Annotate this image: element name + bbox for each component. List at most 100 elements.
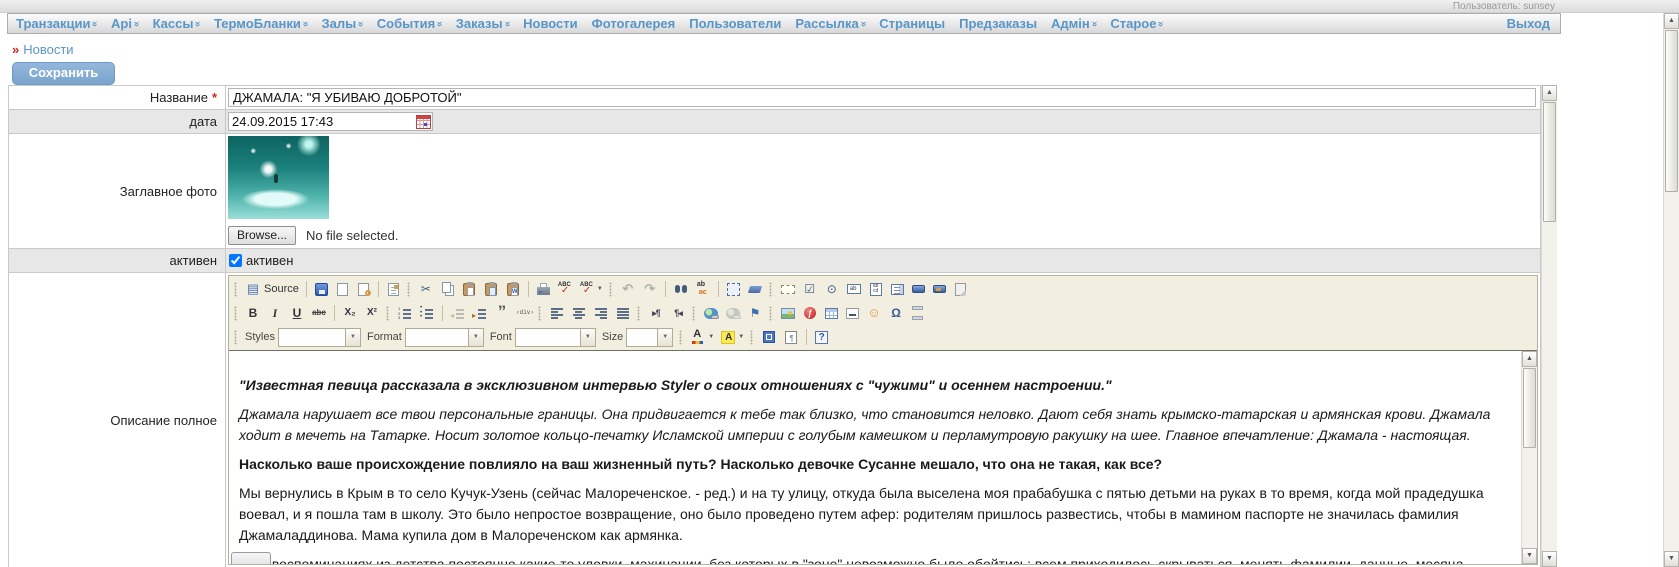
breadcrumb-link-news[interactable]: Новости <box>23 42 73 57</box>
page-break-button[interactable] <box>908 302 928 324</box>
subscript-button[interactable]: X₂ <box>340 302 360 324</box>
scayt-dropdown-arrow-icon[interactable]: ▼ <box>597 286 603 292</box>
editor-scroll-down-icon[interactable]: ▼ <box>1522 548 1537 564</box>
hidden-field-button[interactable] <box>951 278 970 300</box>
menu-item-пользователи[interactable]: Пользователи <box>689 16 781 31</box>
text-direction-ltr-button[interactable]: ▸¶ <box>646 302 666 324</box>
menu-item-api[interactable]: Api» <box>111 16 142 31</box>
show-blocks-button[interactable] <box>781 326 801 348</box>
styles-combo-value[interactable] <box>277 327 345 347</box>
format-combo-arrow-icon[interactable]: ▼ <box>467 327 484 347</box>
menu-item-залы[interactable]: Залы» <box>321 16 366 31</box>
menu-item-заказы[interactable]: Заказы» <box>456 16 513 31</box>
templates-button[interactable] <box>384 278 403 300</box>
cut-button[interactable]: ✂ <box>416 278 436 300</box>
superscript-button[interactable]: X² <box>362 302 382 324</box>
editor-scroll-up-icon[interactable]: ▲ <box>1522 351 1537 367</box>
form-button[interactable] <box>778 278 798 300</box>
image-button[interactable] <box>778 302 798 324</box>
menu-item-события[interactable]: События» <box>377 16 445 31</box>
spell-check-button[interactable] <box>555 278 575 300</box>
smiley-button[interactable]: ☺ <box>864 302 884 324</box>
form-scroll-thumb[interactable] <box>1543 102 1556 222</box>
print-button[interactable] <box>534 278 553 300</box>
browse-button[interactable]: Browse... <box>228 225 296 245</box>
paste-from-word-button[interactable] <box>503 278 523 300</box>
text-direction-rtl-button[interactable]: ¶◂ <box>668 302 688 324</box>
window-scroll-down-icon[interactable]: ▼ <box>1664 551 1679 567</box>
background-color-button[interactable]: ▼ <box>718 326 746 348</box>
menu-item-термобланки[interactable]: ТермоБланки» <box>214 16 311 31</box>
checkbox-button[interactable]: ☑ <box>800 278 820 300</box>
horizontal-rule-button[interactable] <box>843 302 862 324</box>
text-color-dropdown-arrow-icon[interactable]: ▼ <box>708 334 714 340</box>
menu-item-новости[interactable]: Новости <box>523 16 578 31</box>
textarea-button[interactable] <box>866 278 886 300</box>
bold-button[interactable]: B <box>243 302 263 324</box>
link-button[interactable] <box>701 302 721 324</box>
new-page-button[interactable] <box>333 278 352 300</box>
about-button[interactable]: ? <box>812 326 831 348</box>
save-button[interactable]: Сохранить <box>12 62 115 85</box>
calendar-icon[interactable] <box>416 114 431 129</box>
underline-button[interactable]: U <box>287 302 307 324</box>
window-scroll-thumb[interactable] <box>1665 30 1678 192</box>
select-all-button[interactable] <box>724 278 743 300</box>
text-field-button[interactable] <box>844 278 864 300</box>
editor-scrollbar[interactable]: ▲ ▼ <box>1521 351 1537 564</box>
window-scroll-up-icon[interactable]: ▲ <box>1664 13 1679 29</box>
scayt-button[interactable]: ▼ <box>577 278 605 300</box>
radio-button-button[interactable]: ⊙ <box>822 278 842 300</box>
flash-button[interactable] <box>800 302 820 324</box>
align-right-button[interactable] <box>591 302 611 324</box>
editor-content[interactable]: ▲ ▼ "Известная певица рассказала в экскл… <box>229 350 1537 564</box>
anchor-button[interactable]: ⚑ <box>745 302 765 324</box>
size-combo-value[interactable] <box>626 327 658 347</box>
image-button-button[interactable] <box>930 278 949 300</box>
remove-format-button[interactable] <box>745 278 765 300</box>
div-container-button[interactable] <box>514 302 534 324</box>
find-button[interactable] <box>671 278 691 300</box>
menu-item-фотогалерея[interactable]: Фотогалерея <box>592 16 676 31</box>
form-scroll-up-icon[interactable]: ▲ <box>1542 85 1557 101</box>
editor-scroll-thumb[interactable] <box>1523 368 1536 448</box>
styles-combo-arrow-icon[interactable]: ▼ <box>344 327 361 347</box>
numbered-list-button[interactable] <box>395 302 415 324</box>
save-button[interactable] <box>312 278 331 300</box>
form-scroll-down-icon[interactable]: ▼ <box>1542 551 1557 567</box>
button-button[interactable] <box>909 278 928 300</box>
menu-item-старое[interactable]: Старое» <box>1110 16 1166 31</box>
table-button[interactable] <box>822 302 841 324</box>
size-combo-arrow-icon[interactable]: ▼ <box>657 327 674 347</box>
font-combo-value[interactable] <box>514 327 580 347</box>
logout-link[interactable]: Выход <box>1507 16 1550 31</box>
font-combo-arrow-icon[interactable]: ▼ <box>579 327 596 347</box>
text-color-button[interactable]: ▼ <box>688 326 716 348</box>
special-character-button[interactable]: Ω <box>886 302 906 324</box>
maximize-button[interactable] <box>759 326 779 348</box>
copy-button[interactable] <box>438 278 457 300</box>
form-scrollbar[interactable]: ▲ ▼ <box>1541 85 1557 567</box>
align-justify-button[interactable] <box>613 302 633 324</box>
menu-item-адмін[interactable]: Адмін» <box>1051 16 1100 31</box>
background-color-dropdown-arrow-icon[interactable]: ▼ <box>738 334 744 340</box>
italic-button[interactable]: I <box>265 302 285 324</box>
title-input[interactable] <box>228 88 1536 107</box>
window-scrollbar[interactable]: ▲ ▼ <box>1663 13 1679 567</box>
increase-indent-button[interactable] <box>470 302 490 324</box>
menu-item-транзакции[interactable]: Транзакции» <box>16 16 100 31</box>
format-combo-value[interactable] <box>404 327 468 347</box>
replace-button[interactable] <box>693 278 713 300</box>
menu-item-рассылка[interactable]: Рассылка» <box>795 16 868 31</box>
select-field-button[interactable] <box>888 278 907 300</box>
menu-item-предзаказы[interactable]: Предзаказы <box>959 16 1037 31</box>
blockquote-button[interactable]: ” <box>492 302 512 324</box>
paste-as-text-button[interactable] <box>481 278 501 300</box>
bulleted-list-button[interactable] <box>417 302 437 324</box>
menu-item-страницы[interactable]: Страницы <box>879 16 945 31</box>
source-button[interactable]: ▤ Source <box>243 278 301 300</box>
align-left-button[interactable] <box>547 302 567 324</box>
clipped-button[interactable] <box>231 552 271 564</box>
preview-button[interactable] <box>354 278 373 300</box>
date-input[interactable] <box>229 114 416 129</box>
